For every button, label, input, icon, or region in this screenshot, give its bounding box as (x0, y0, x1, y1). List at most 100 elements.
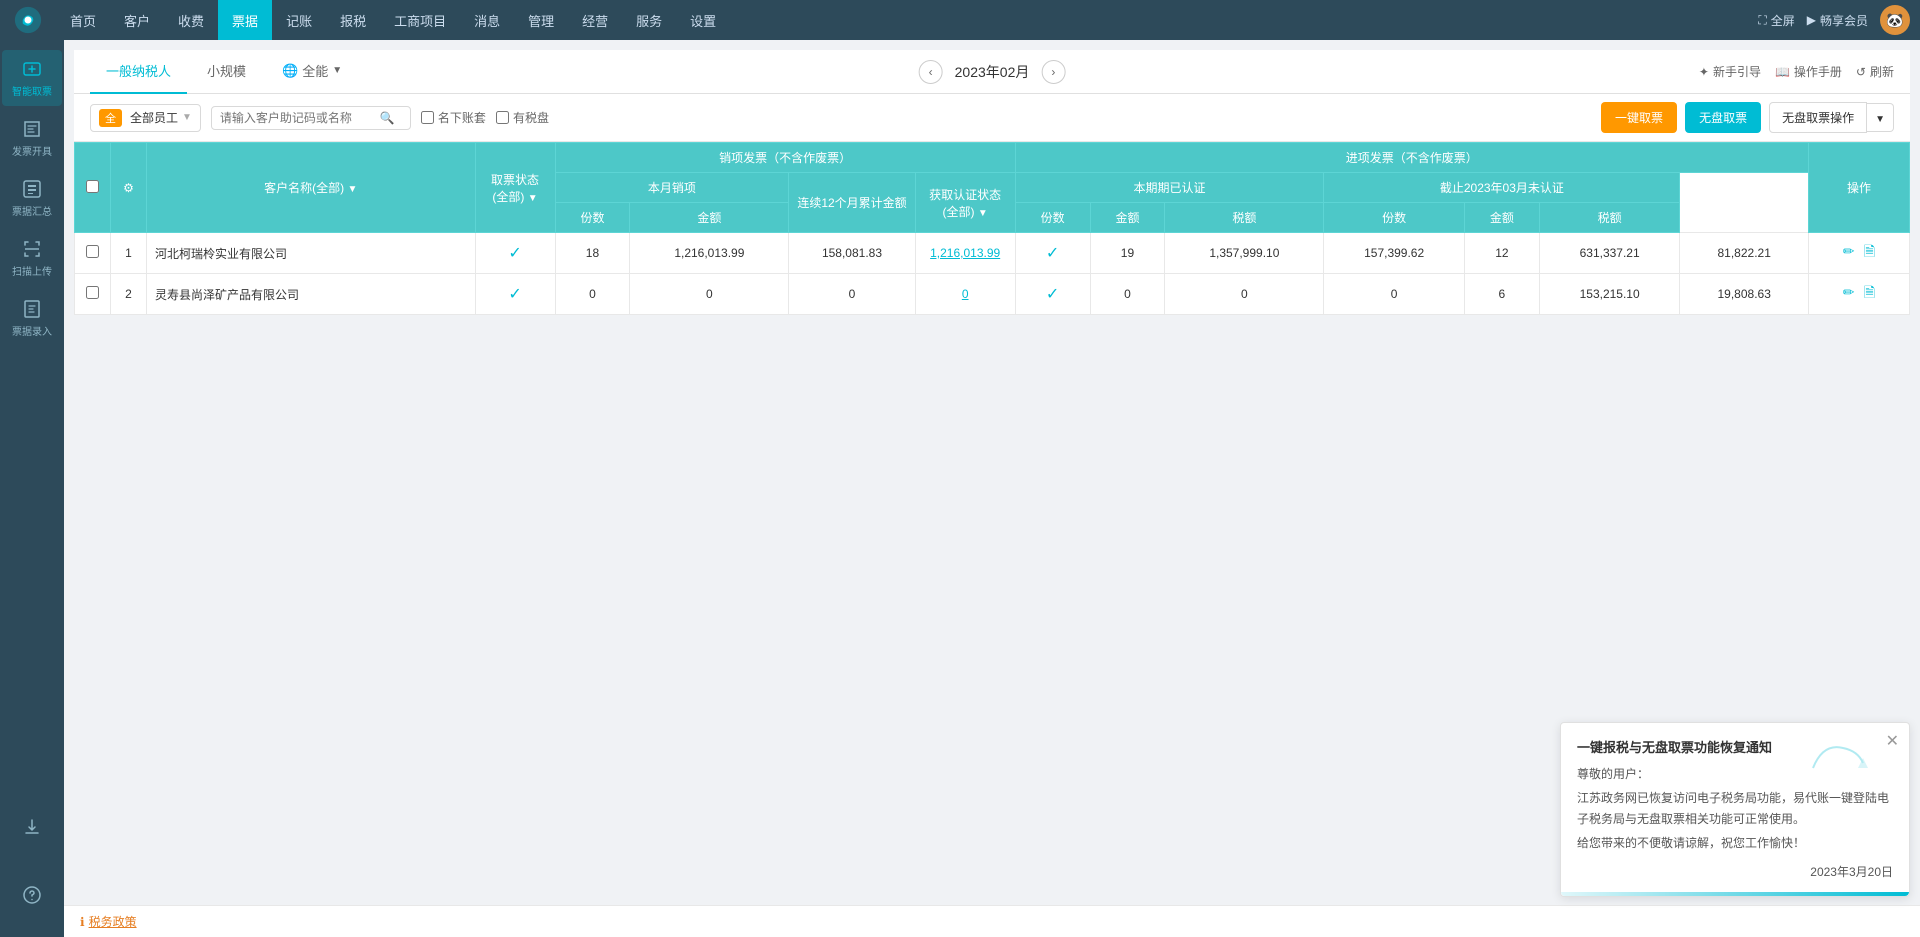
edit-icon[interactable]: ✏ (1843, 243, 1855, 259)
nav-tax[interactable]: 报税 (326, 0, 380, 40)
fetch-status: ✓ (475, 274, 555, 315)
invoice-open-icon (21, 118, 43, 140)
uncert-tax-header: 税额 (1539, 203, 1680, 233)
checkbox-own-accounts[interactable]: 名下账套 (421, 109, 486, 126)
sidebar-item-invoice-summary[interactable]: 票据汇总 (2, 170, 62, 226)
filter-icon3[interactable]: ▼ (978, 208, 988, 219)
select-all-header (75, 143, 111, 233)
cum-link[interactable]: 0 (962, 287, 969, 301)
nav-operation[interactable]: 经营 (568, 0, 622, 40)
sidebar-item-data-entry[interactable]: 票据录入 (2, 290, 62, 346)
nav-service[interactable]: 服务 (622, 0, 676, 40)
sidebar-help[interactable] (2, 867, 62, 923)
sales-cum: 1,216,013.99 (915, 233, 1015, 274)
tab-general-taxpayer[interactable]: 一般纳税人 (90, 50, 187, 94)
no-disk-ops-dropdown-btn[interactable]: ▼ (1867, 103, 1894, 132)
prev-month-btn[interactable]: ‹ (919, 60, 943, 84)
info-icon: ℹ (80, 915, 85, 929)
check-icon: ✓ (508, 286, 521, 303)
nav-fee[interactable]: 收费 (164, 0, 218, 40)
sidebar-item-smart-fetch[interactable]: 智能取票 (2, 50, 62, 106)
edit-icon[interactable]: ✏ (1843, 284, 1855, 300)
sales-invoice-header: 销项发票（不含作废票） (555, 143, 1015, 173)
search-input[interactable] (220, 111, 380, 125)
nav-bookkeeping[interactable]: 记账 (272, 0, 326, 40)
avatar[interactable]: 🐼 (1880, 5, 1910, 35)
nav-settings[interactable]: 设置 (676, 0, 730, 40)
play-icon: ▶ (1807, 13, 1816, 27)
own-accounts-checkbox[interactable] (421, 111, 434, 124)
one-click-fetch-btn[interactable]: 一键取票 (1601, 102, 1677, 133)
row-checkbox[interactable] (86, 286, 99, 299)
notification-panel: ✕ 一键报税与无盘取票功能恢复通知 尊敬的用户： 江苏政务网已恢复访问电子税务局… (1560, 722, 1910, 897)
download-icon (21, 816, 43, 838)
no-disk-ops-split: 无盘取票操作 ▼ (1769, 102, 1894, 133)
member-btn[interactable]: ▶ 畅享会员 (1807, 12, 1868, 29)
cum-link[interactable]: 1,216,013.99 (930, 246, 1000, 260)
sidebar-download[interactable] (2, 799, 62, 855)
employee-select[interactable]: 全 全部员工 ▼ (90, 104, 201, 132)
nav-message[interactable]: 消息 (460, 0, 514, 40)
row-checkbox-cell (75, 274, 111, 315)
sales-qty-header: 份数 (555, 203, 630, 233)
table-body: 1 河北柯瑞柃实业有限公司 ✓ 18 1,216,013.99 158,081.… (75, 233, 1910, 315)
purch-tax: 0 (1324, 274, 1465, 315)
checkbox-has-disk[interactable]: 有税盘 (496, 109, 549, 126)
uncert-header: 截止2023年03月未认证 (1324, 173, 1680, 203)
filter-icon[interactable]: ▼ (347, 184, 357, 195)
chevron-down-icon: ▼ (332, 65, 342, 76)
row-checkbox[interactable] (86, 245, 99, 258)
monthly-sales-header: 本月销项 (555, 173, 789, 203)
sidebar-item-scan-upload[interactable]: 扫描上传 (2, 230, 62, 286)
uncert-tax: 81,822.21 (1680, 233, 1808, 274)
customer-name: 河北柯瑞柃实业有限公司 (147, 233, 476, 274)
search-icon[interactable]: 🔍 (380, 111, 395, 125)
guide-btn[interactable]: ✦ 新手引导 (1699, 63, 1761, 80)
tab-right-actions: ✦ 新手引导 📖 操作手册 ↺ 刷新 (1699, 63, 1894, 80)
uncert-qty: 6 (1464, 274, 1539, 315)
settings-header: ⚙ (111, 143, 147, 233)
cert-status-header: 获取认证状态(全部) ▼ (915, 173, 1015, 233)
cum-12-header: 连续12个月累计金额 (789, 173, 915, 233)
settings-icon[interactable]: ⚙ (123, 181, 134, 195)
sales-amount: 0 (630, 274, 789, 315)
fullscreen-btn[interactable]: ⛶ 全屏 (1758, 12, 1794, 29)
search-box[interactable]: 🔍 (211, 106, 411, 130)
nav-manage[interactable]: 管理 (514, 0, 568, 40)
uncert-qty-header: 份数 (1324, 203, 1465, 233)
view-icon[interactable]: 🗎 (1864, 243, 1875, 259)
purch-qty-header: 份数 (1015, 203, 1090, 233)
tab-nav-center: ‹ 2023年02月 › (919, 60, 1066, 84)
has-disk-checkbox[interactable] (496, 111, 509, 124)
nav-items: 首页 客户 收费 票据 记账 报税 工商项目 消息 管理 经营 服务 设置 (56, 0, 1758, 40)
uncert-qty: 12 (1464, 233, 1539, 274)
table-row: 1 河北柯瑞柃实业有限公司 ✓ 18 1,216,013.99 158,081.… (75, 233, 1910, 274)
view-icon[interactable]: 🗎 (1864, 284, 1875, 300)
no-disk-fetch-btn[interactable]: 无盘取票 (1685, 102, 1761, 133)
purch-qty: 0 (1090, 274, 1165, 315)
select-all-checkbox[interactable] (86, 180, 99, 193)
nav-invoice[interactable]: 票据 (218, 0, 272, 40)
bottom-bar: ℹ 税务政策 (64, 905, 1920, 937)
sidebar-bottom (2, 799, 62, 937)
purch-qty: 19 (1090, 233, 1165, 274)
refresh-btn[interactable]: ↺ 刷新 (1856, 63, 1894, 80)
tab-small-scale[interactable]: 小规模 (191, 50, 262, 94)
next-month-btn[interactable]: › (1041, 60, 1065, 84)
sidebar-item-invoice-open[interactable]: 发票开具 (2, 110, 62, 166)
purch-tax-header: 税额 (1165, 203, 1324, 233)
table-row: 2 灵寿县尚泽矿产品有限公司 ✓ 0 0 0 0 ✓ 0 0 0 6 153,2… (75, 274, 1910, 315)
nav-home[interactable]: 首页 (56, 0, 110, 40)
nav-customer[interactable]: 客户 (110, 0, 164, 40)
uncert-amount: 631,337.21 (1539, 233, 1680, 274)
sales-tax: 0 (789, 274, 915, 315)
filter-icon2[interactable]: ▼ (528, 193, 538, 204)
no-disk-ops-btn[interactable]: 无盘取票操作 (1769, 102, 1867, 133)
notification-close-btn[interactable]: ✕ (1886, 731, 1899, 751)
tab-all[interactable]: 🌐 全能 ▼ (266, 50, 358, 94)
row-number: 2 (111, 274, 147, 315)
toolbar-right: 一键取票 无盘取票 无盘取票操作 ▼ (1601, 102, 1894, 133)
manual-btn[interactable]: 📖 操作手册 (1775, 63, 1842, 80)
nav-biz[interactable]: 工商项目 (380, 0, 460, 40)
sales-qty: 0 (555, 274, 630, 315)
